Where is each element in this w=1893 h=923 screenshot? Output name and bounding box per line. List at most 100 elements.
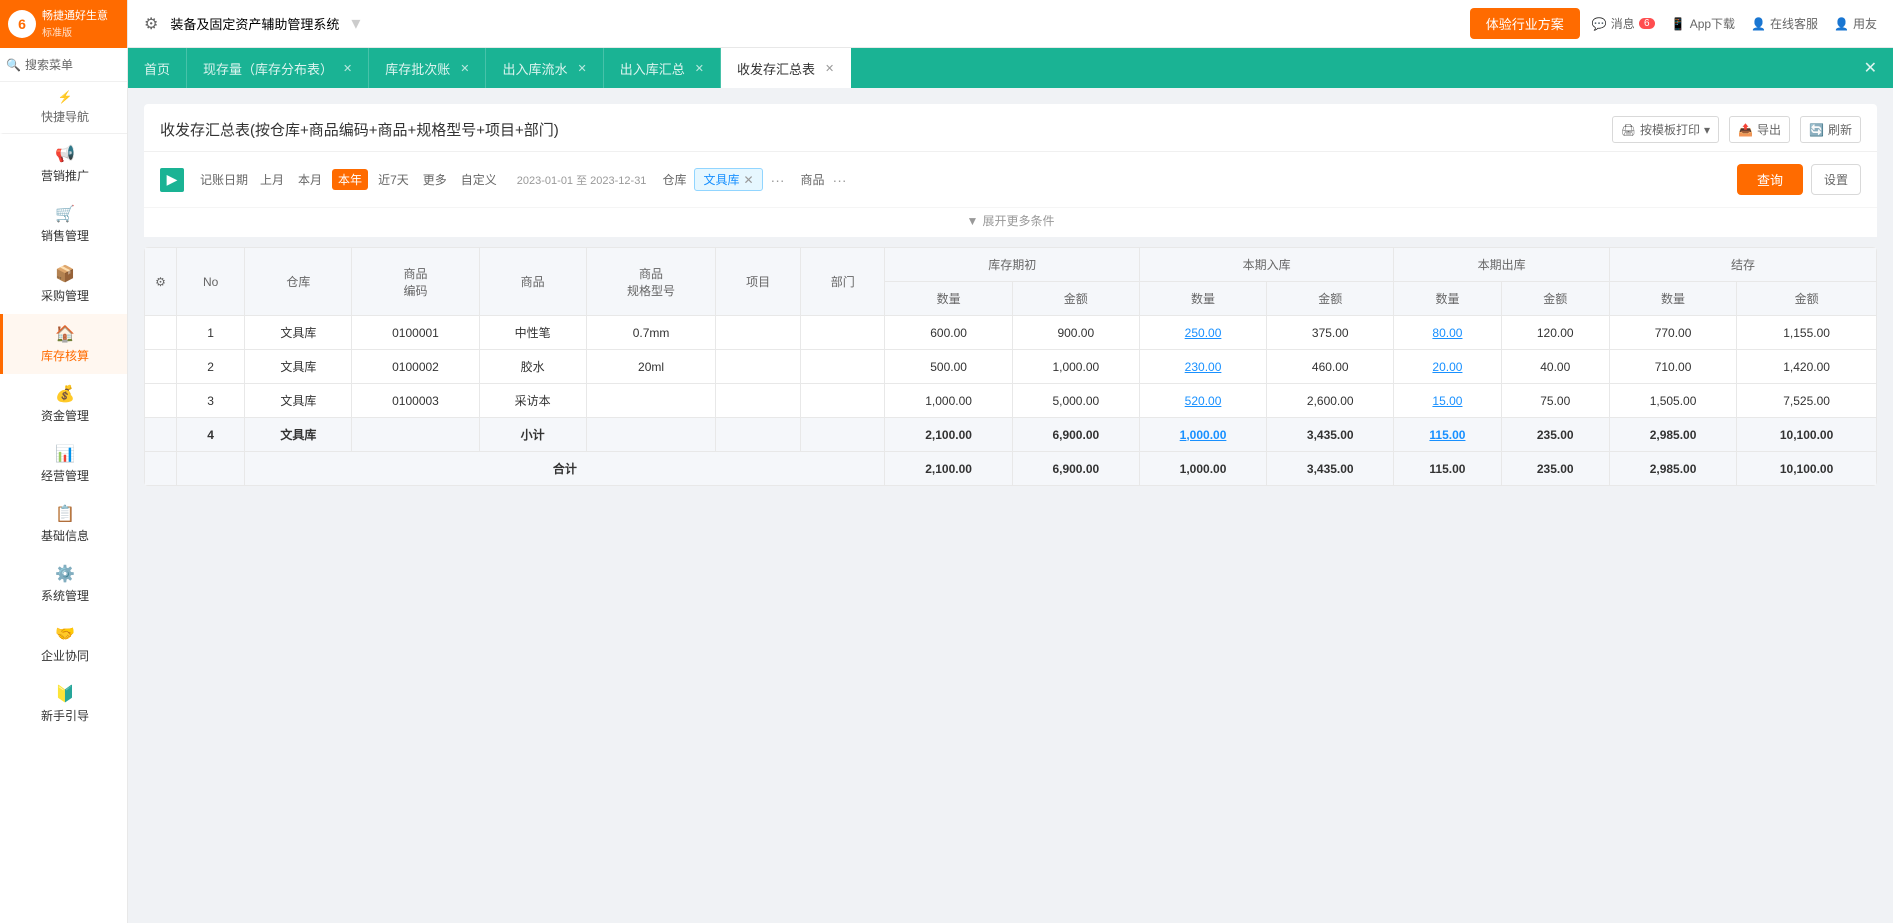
tab-stock-dist[interactable]: 现存量（库存分布表） ✕ (187, 48, 369, 88)
footer-out-qty: 115.00 (1394, 452, 1501, 486)
col-goods-spec-header: 商品规格型号 (586, 248, 716, 316)
system-icon: ⚙️ (55, 564, 75, 584)
col-opening-amt-header: 金额 (1012, 282, 1139, 316)
row2-goods-spec: 20ml (586, 350, 716, 384)
quick-nav-icon: ⚡ (58, 90, 73, 104)
footer-opening-qty: 2,100.00 (885, 452, 1012, 486)
subtotal-project (716, 418, 801, 452)
row2-in-amt: 460.00 (1267, 350, 1394, 384)
title-dropdown-icon[interactable]: ▾ (351, 13, 360, 34)
sidebar-item-operation[interactable]: 📊 经营管理 (0, 434, 127, 494)
tab-home[interactable]: 首页 (128, 48, 187, 88)
tab-inout-flow-close[interactable]: ✕ (578, 62, 587, 75)
tab-recv-send-close[interactable]: ✕ (825, 62, 834, 75)
sidebar-item-system[interactable]: ⚙️ 系统管理 (0, 554, 127, 614)
window-close-btn[interactable]: ✕ (1848, 58, 1893, 78)
sidebar-item-purchase[interactable]: 📦 采购管理 (0, 254, 127, 314)
tab-batch-close[interactable]: ✕ (460, 62, 469, 75)
subtotal-out-qty[interactable]: 115.00 (1394, 418, 1501, 452)
quick-nav-item[interactable]: ⚡ 快捷导航 (0, 82, 127, 134)
sidebar-item-basic-label: 基础信息 (41, 527, 89, 544)
row3-in-qty[interactable]: 520.00 (1139, 384, 1266, 418)
sidebar-item-inventory[interactable]: 🏠 库存核算 (0, 314, 127, 374)
row2-in-qty[interactable]: 230.00 (1139, 350, 1266, 384)
row3-settings (145, 384, 177, 418)
tab-inout-summary-label: 出入库汇总 (620, 59, 685, 78)
sidebar-item-sales[interactable]: 🛒 销售管理 (0, 194, 127, 254)
subtotal-spec (586, 418, 716, 452)
system-title: 装备及固定资产辅助管理系统 (170, 14, 339, 33)
expand-more-btn[interactable]: ▼ 展开更多条件 (144, 208, 1877, 237)
col-settings-header[interactable]: ⚙ (145, 248, 177, 316)
sidebar-item-finance[interactable]: 💰 资金管理 (0, 374, 127, 434)
tab-bar: 首页 现存量（库存分布表） ✕ 库存批次账 ✕ 出入库流水 ✕ 出入库汇总 ✕ … (128, 48, 1893, 88)
message-badge: 6 (1639, 18, 1655, 29)
trial-btn[interactable]: 体验行业方案 (1470, 8, 1580, 39)
tab-recv-send[interactable]: 收发存汇总表 ✕ (721, 48, 851, 88)
sidebar-item-purchase-label: 采购管理 (41, 287, 89, 304)
marketing-icon: 📢 (55, 144, 75, 164)
row2-out-qty[interactable]: 20.00 (1394, 350, 1501, 384)
filter-right-actions: 查询 设置 (1737, 164, 1861, 195)
date-opt-this-month[interactable]: 本月 (294, 169, 326, 190)
goods-ellipsis[interactable]: ··· (833, 172, 847, 188)
filter-toggle-btn[interactable]: ▶ (160, 168, 184, 192)
sidebar-item-inventory-label: 库存核算 (41, 347, 89, 364)
sidebar-item-marketing[interactable]: 📢 营销推广 (0, 134, 127, 194)
app-download-action[interactable]: 📱 App下载 (1671, 15, 1735, 32)
row3-opening-qty: 1,000.00 (885, 384, 1012, 418)
row3-balance-amt: 7,525.00 (1737, 384, 1877, 418)
date-opt-last-month[interactable]: 上月 (256, 169, 288, 190)
row3-out-qty[interactable]: 15.00 (1394, 384, 1501, 418)
date-opt-custom[interactable]: 自定义 (457, 169, 501, 190)
sidebar-item-basic[interactable]: 📋 基础信息 (0, 494, 127, 554)
row1-out-qty[interactable]: 80.00 (1394, 316, 1501, 350)
footer-opening-amt: 6,900.00 (1012, 452, 1139, 486)
refresh-btn[interactable]: 🔄 刷新 (1800, 116, 1861, 143)
row3-goods-spec (586, 384, 716, 418)
footer-label: 合计 (245, 452, 885, 486)
sidebar-item-collab[interactable]: 🤝 企业协同 (0, 614, 127, 674)
date-opt-this-year[interactable]: 本年 (332, 169, 368, 190)
tab-inout-summary-close[interactable]: ✕ (695, 62, 704, 75)
date-opt-more[interactable]: 更多 (419, 169, 451, 190)
row3-warehouse: 文具库 (245, 384, 352, 418)
row2-goods-code: 0100002 (352, 350, 479, 384)
query-btn[interactable]: 查询 (1737, 164, 1803, 195)
export-btn[interactable]: 📤 导出 (1729, 116, 1790, 143)
data-table: ⚙ No 仓库 商品编码 商品 商品规格型号 项目 部门 库存期初 本期入库 本… (144, 247, 1877, 486)
warehouse-ellipsis[interactable]: ··· (771, 172, 785, 188)
col-no-header: No (177, 248, 245, 316)
subtotal-in-qty[interactable]: 1,000.00 (1139, 418, 1266, 452)
user-action[interactable]: 👤 用友 (1834, 15, 1877, 32)
basic-icon: 📋 (55, 504, 75, 524)
tab-inout-summary[interactable]: 出入库汇总 ✕ (604, 48, 721, 88)
date-opt-7days[interactable]: 近7天 (374, 169, 413, 190)
online-service-action[interactable]: 👤 在线客服 (1751, 15, 1818, 32)
search-menu-item[interactable]: 🔍 搜索菜单 (0, 48, 127, 82)
footer-in-amt: 3,435.00 (1267, 452, 1394, 486)
sidebar-item-guide[interactable]: 🔰 新手引导 (0, 674, 127, 734)
date-options: 上月 本月 本年 近7天 更多 自定义 (256, 169, 501, 190)
col-opening-header: 库存期初 (885, 248, 1139, 282)
tab-batch[interactable]: 库存批次账 ✕ (369, 48, 486, 88)
date-range-display: 2023-01-01 至 2023-12-31 (517, 172, 647, 188)
row1-opening-amt: 900.00 (1012, 316, 1139, 350)
row1-department (800, 316, 885, 350)
online-service-label: 在线客服 (1770, 15, 1818, 32)
tab-stock-dist-close[interactable]: ✕ (343, 62, 352, 75)
message-action[interactable]: 💬 消息 6 (1592, 15, 1655, 32)
row1-out-amt: 120.00 (1501, 316, 1609, 350)
col-balance-amt-header: 金额 (1737, 282, 1877, 316)
warehouse-tag-close[interactable]: ✕ (743, 173, 753, 187)
row3-no: 3 (177, 384, 245, 418)
app-download-label: App下载 (1690, 15, 1735, 32)
sidebar: 6 畅捷通好生意 标准版 🔍 搜索菜单 ⚡ 快捷导航 📢 营销推广 🛒 销售管理… (0, 0, 128, 923)
print-btn[interactable]: 🖨 按模板打印 ▾ (1612, 116, 1719, 143)
tab-inout-flow[interactable]: 出入库流水 ✕ (486, 48, 603, 88)
row1-balance-amt: 1,155.00 (1737, 316, 1877, 350)
subtotal-code (352, 418, 479, 452)
row1-in-qty[interactable]: 250.00 (1139, 316, 1266, 350)
setting-btn[interactable]: 设置 (1811, 164, 1861, 195)
settings-icon[interactable]: ⚙ (144, 14, 158, 34)
